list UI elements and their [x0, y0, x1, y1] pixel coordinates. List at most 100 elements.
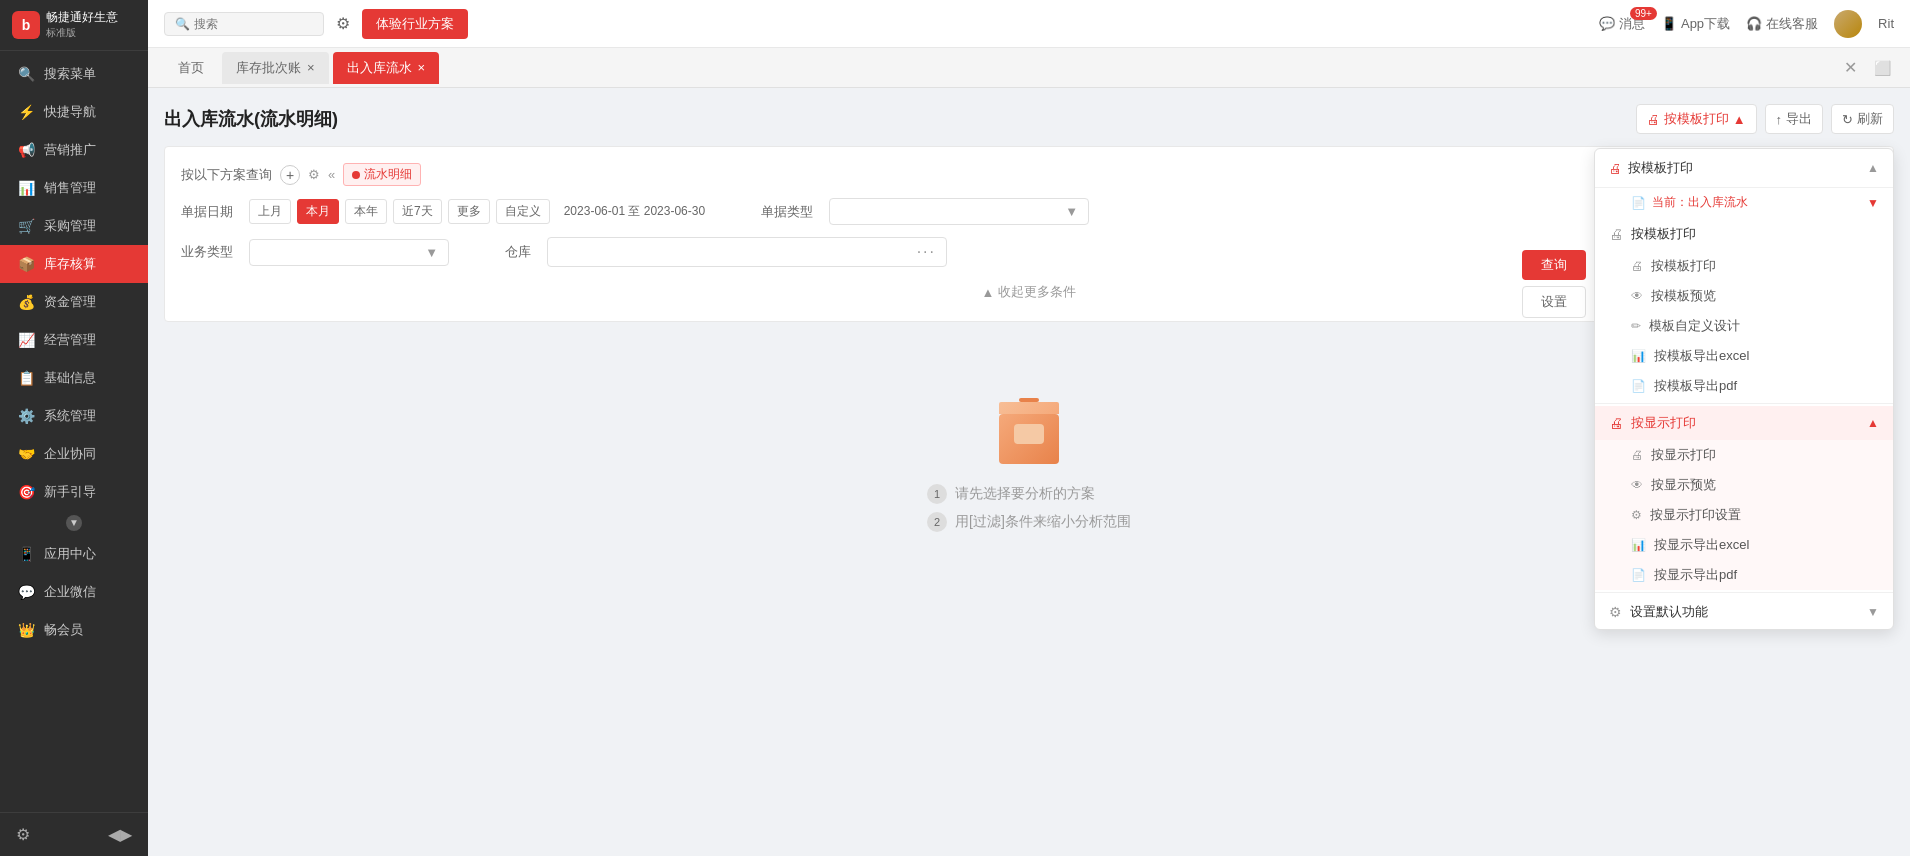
refresh-btn[interactable]: ↻ 刷新	[1831, 104, 1894, 134]
sidebar-item-basic[interactable]: 📋 基础信息	[0, 359, 148, 397]
sidebar-item-inventory[interactable]: 📦 库存核算	[0, 245, 148, 283]
template-print-header[interactable]: 🖨 按模板打印	[1595, 217, 1893, 251]
app-download-btn[interactable]: 📱 App下载	[1661, 15, 1730, 33]
close-tab1-icon[interactable]: ×	[307, 60, 315, 75]
date-btn-7days[interactable]: 近7天	[393, 199, 442, 224]
sidebar-item-finance[interactable]: 💰 资金管理	[0, 283, 148, 321]
sidebar-item-quick-nav[interactable]: ⚡ 快捷导航	[0, 93, 148, 131]
display-print-section-icon: 🖨	[1609, 415, 1623, 431]
content-area: 出入库流水(流水明细) 🖨 按模板打印 ▲ ↑ 导出 ↻ 刷新	[148, 88, 1910, 856]
tab-inventory-batch[interactable]: 库存批次账 ×	[222, 52, 329, 84]
tab-home[interactable]: 首页	[164, 52, 218, 84]
template-print-sub-label: 按模板打印	[1651, 257, 1716, 275]
warehouse-select[interactable]: ···	[547, 237, 947, 267]
sidebar-item-member[interactable]: 👑 畅会员	[0, 611, 148, 649]
sidebar-logo: b 畅捷通好生意 标准版	[0, 0, 148, 51]
display-print-sub-label: 按显示打印	[1651, 446, 1716, 464]
settings-bottom-icon[interactable]: ⚙	[16, 825, 30, 844]
filter-gear-icon[interactable]: ⚙	[308, 167, 320, 182]
topbar: 🔍 ⚙ 体验行业方案 💬 消息 99+ 📱 App下载 🎧 在线客服 Rit	[148, 0, 1910, 48]
filter-collapse-left-icon[interactable]: «	[328, 167, 335, 182]
trial-btn[interactable]: 体验行业方案	[362, 9, 468, 39]
display-print-sub-icon: 🖨	[1631, 448, 1643, 462]
date-btn-this-year[interactable]: 本年	[345, 199, 387, 224]
topbar-gear-icon[interactable]: ⚙	[336, 14, 350, 33]
template-custom-item[interactable]: ✏ 模板自定义设计	[1595, 311, 1893, 341]
collapse-sidebar-icon[interactable]: ◀▶	[108, 825, 132, 844]
date-filter-label: 单据日期	[181, 203, 233, 221]
tabs-right: ✕ ⬜	[1838, 56, 1894, 80]
sidebar-item-search[interactable]: 🔍 搜索菜单	[0, 55, 148, 93]
display-print-collapse-icon[interactable]: ▲	[1867, 416, 1879, 430]
date-btn-custom[interactable]: 自定义	[496, 199, 550, 224]
collapse-up-icon: ▲	[982, 285, 995, 300]
print-dropdown-panel: 🖨 按模板打印 ▲ 📄 当前：出入库流水 ▼	[1594, 148, 1894, 630]
download-icon: 📱	[1661, 16, 1677, 31]
display-settings-icon: ⚙	[1631, 508, 1642, 522]
template-preview-item[interactable]: 👁 按模板预览	[1595, 281, 1893, 311]
sidebar-item-wechat[interactable]: 💬 企业微信	[0, 573, 148, 611]
tab-close-window-btn[interactable]: ✕	[1838, 56, 1862, 80]
sidebar-item-cooperation[interactable]: 🤝 企业协同	[0, 435, 148, 473]
sidebar-item-app-center[interactable]: 📱 应用中心	[0, 535, 148, 573]
date-btn-last-month[interactable]: 上月	[249, 199, 291, 224]
close-tab2-icon[interactable]: ×	[418, 60, 426, 75]
biz-type-select[interactable]: ▼	[249, 239, 449, 266]
set-default-icon: ⚙	[1609, 604, 1622, 620]
biz-type-arrow: ▼	[425, 245, 438, 260]
display-pdf-item[interactable]: 📄 按显示导出pdf	[1595, 560, 1893, 590]
service-icon: 🎧	[1746, 16, 1762, 31]
export-btn[interactable]: ↑ 导出	[1765, 104, 1824, 134]
sidebar-scroll-down[interactable]: ▼	[66, 515, 82, 531]
set-default-arrow[interactable]: ▼	[1867, 605, 1879, 619]
operations-icon: 📈	[16, 332, 36, 348]
template-excel-label: 按模板导出excel	[1654, 347, 1749, 365]
sidebar-item-operations[interactable]: 📈 经营管理	[0, 321, 148, 359]
template-pdf-item[interactable]: 📄 按模板导出pdf	[1595, 371, 1893, 401]
current-template-arrow[interactable]: ▼	[1867, 196, 1879, 210]
empty-illustration	[989, 394, 1069, 464]
sidebar-item-guide[interactable]: 🎯 新手引导	[0, 473, 148, 511]
sidebar-item-sales[interactable]: 📊 销售管理	[0, 169, 148, 207]
print-template-btn[interactable]: 🖨 按模板打印 ▲	[1636, 104, 1757, 134]
settings-btn[interactable]: 设置	[1522, 286, 1586, 318]
search-input[interactable]	[194, 17, 294, 31]
username-label: Rit	[1878, 16, 1894, 31]
display-print-header[interactable]: 🖨 按显示打印 ▲	[1595, 406, 1893, 440]
query-btn[interactable]: 查询	[1522, 250, 1586, 280]
step-1-num: 1	[927, 484, 947, 504]
wechat-icon: 💬	[16, 584, 36, 600]
message-icon: 💬	[1599, 16, 1615, 31]
topbar-search-box[interactable]: 🔍	[164, 12, 324, 36]
display-print-section-label: 按显示打印	[1631, 414, 1696, 432]
sidebar-item-purchase[interactable]: 🛒 采购管理	[0, 207, 148, 245]
display-excel-item[interactable]: 📊 按显示导出excel	[1595, 530, 1893, 560]
online-service-btn[interactable]: 🎧 在线客服	[1746, 15, 1818, 33]
collapse-btn[interactable]: ▲ 收起更多条件	[974, 279, 1085, 305]
date-btn-more[interactable]: 更多	[448, 199, 490, 224]
guide-icon: 🎯	[16, 484, 36, 500]
sidebar-bottom: ⚙ ◀▶	[0, 812, 148, 856]
set-default-section[interactable]: ⚙ 设置默认功能 ▼	[1595, 595, 1893, 629]
message-btn[interactable]: 💬 消息 99+	[1599, 15, 1645, 33]
display-preview-item[interactable]: 👁 按显示预览	[1595, 470, 1893, 500]
tab-maximize-btn[interactable]: ⬜	[1870, 56, 1894, 80]
app-logo-icon: b	[12, 11, 40, 39]
template-print-item[interactable]: 🖨 按模板打印	[1595, 251, 1893, 281]
tab-inout-flow[interactable]: 出入库流水 ×	[333, 52, 440, 84]
user-avatar[interactable]	[1834, 10, 1862, 38]
warehouse-select-more[interactable]: ···	[917, 243, 936, 261]
sidebar-item-system[interactable]: ⚙️ 系统管理	[0, 397, 148, 435]
template-excel-item[interactable]: 📊 按模板导出excel	[1595, 341, 1893, 371]
date-btn-this-month[interactable]: 本月	[297, 199, 339, 224]
sidebar-item-marketing[interactable]: 📢 营销推广	[0, 131, 148, 169]
display-print-settings-item[interactable]: ⚙ 按显示打印设置	[1595, 500, 1893, 530]
active-filter-tag[interactable]: 流水明细	[343, 163, 421, 186]
page-header: 出入库流水(流水明细) 🖨 按模板打印 ▲ ↑ 导出 ↻ 刷新	[164, 104, 1894, 134]
cooperation-icon: 🤝	[16, 446, 36, 462]
display-print-item[interactable]: 🖨 按显示打印	[1595, 440, 1893, 470]
print-dropdown-arrow[interactable]: ▲	[1867, 161, 1879, 175]
filter-add-btn[interactable]: +	[280, 165, 300, 185]
type-filter-select[interactable]: ▼	[829, 198, 1089, 225]
date-range-display: 2023-06-01 至 2023-06-30	[564, 203, 705, 220]
